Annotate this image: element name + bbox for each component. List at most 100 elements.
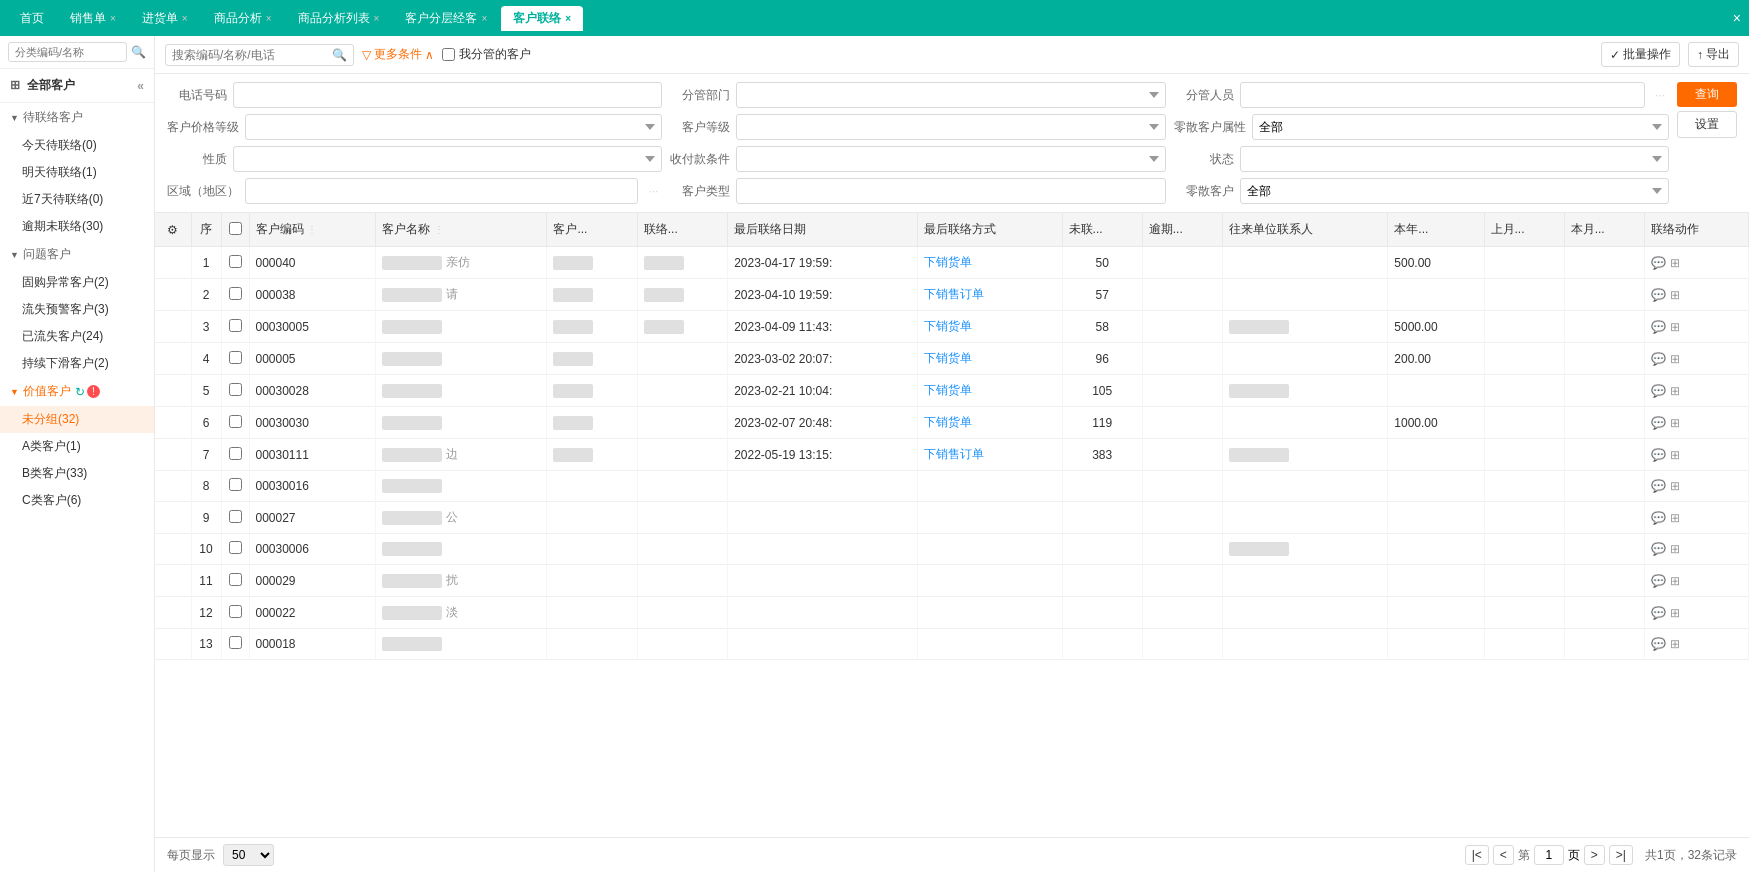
row-checkbox[interactable] [221,534,249,565]
sidebar-search-icon[interactable]: 🔍 [131,45,146,59]
more-conditions-btn[interactable]: ▽ 更多条件 ∧ [362,46,434,63]
tab-product-list[interactable]: 商品分析列表 × [286,6,392,31]
query-button[interactable]: 查询 [1677,82,1737,107]
grid-action-icon[interactable]: ⊞ [1670,511,1680,525]
col-name[interactable]: 客户名称 ⋮ [376,213,547,247]
page-size-select[interactable]: 50 100 [223,844,274,866]
region-input[interactable] [245,178,638,204]
grid-action-icon[interactable]: ⊞ [1670,542,1680,556]
sidebar-section-problem[interactable]: ▼ 问题客户 [0,240,154,269]
tab-sales-close[interactable]: × [110,13,116,24]
reset-button[interactable]: 设置 [1677,111,1737,138]
col-category[interactable]: 客户... [547,213,637,247]
retail-attr-select[interactable]: 全部 [1252,114,1669,140]
last-type-link[interactable]: 下销货单 [924,351,972,365]
sidebar-item-tomorrow[interactable]: 明天待联络(1) [0,159,154,186]
status-select[interactable] [1240,146,1669,172]
sidebar-section-value[interactable]: ▼ 价值客户 ↻ ! [0,377,154,406]
col-partner[interactable]: 往来单位联系人 [1222,213,1387,247]
col-code[interactable]: 客户编码 ⋮ [249,213,376,247]
tab-product-analysis[interactable]: 商品分析 × [202,6,284,31]
chat-icon[interactable]: 💬 [1651,511,1666,525]
row-checkbox[interactable] [221,247,249,279]
customer-level-select[interactable] [736,114,1165,140]
tab-customer-segment-close[interactable]: × [481,13,487,24]
chat-icon[interactable]: 💬 [1651,352,1666,366]
grid-action-icon[interactable]: ⊞ [1670,352,1680,366]
tab-purchase[interactable]: 进货单 × [130,6,200,31]
toolbar-search-icon[interactable]: 🔍 [332,48,347,62]
last-type-link[interactable]: 下销货单 [924,415,972,429]
row-checkbox[interactable] [221,407,249,439]
row-checkbox[interactable] [221,343,249,375]
tab-customer-contact-close[interactable]: × [565,13,571,24]
grid-action-icon[interactable]: ⊞ [1670,637,1680,651]
row-checkbox[interactable] [221,439,249,471]
page-number-input[interactable] [1534,845,1564,865]
row-checkbox[interactable] [221,279,249,311]
chat-icon[interactable]: 💬 [1651,384,1666,398]
chat-icon[interactable]: 💬 [1651,606,1666,620]
chat-icon[interactable]: 💬 [1651,542,1666,556]
sidebar-item-descending[interactable]: 持续下滑客户(2) [0,350,154,377]
export-button[interactable]: ↑ 导出 [1688,42,1739,67]
grid-action-icon[interactable]: ⊞ [1670,288,1680,302]
sidebar-item-ungroup[interactable]: 未分组(32) [0,406,154,433]
next-page-btn[interactable]: > [1584,845,1605,865]
chat-icon[interactable]: 💬 [1651,637,1666,651]
batch-op-button[interactable]: ✓ 批量操作 [1601,42,1680,67]
grid-action-icon[interactable]: ⊞ [1670,416,1680,430]
phone-input[interactable] [233,82,662,108]
col-contact[interactable]: 联络... [637,213,727,247]
grid-action-icon[interactable]: ⊞ [1670,320,1680,334]
grid-action-icon[interactable]: ⊞ [1670,256,1680,270]
col-checkbox[interactable] [221,213,249,247]
first-page-btn[interactable]: |< [1465,845,1489,865]
col-settings[interactable]: ⚙ [155,213,191,247]
last-type-link[interactable]: 下销售订单 [924,287,984,301]
sidebar-item-lost[interactable]: 已流失客户(24) [0,323,154,350]
col-code-resize[interactable]: ⋮ [307,224,317,235]
toolbar-search-input[interactable] [172,48,332,62]
sidebar-collapse-icon[interactable]: « [137,79,144,93]
col-this-month[interactable]: 本月... [1564,213,1644,247]
sidebar-item-group-a[interactable]: A类客户(1) [0,433,154,460]
sidebar-item-near7[interactable]: 近7天待联络(0) [0,186,154,213]
dept-select[interactable] [736,82,1165,108]
row-checkbox[interactable] [221,502,249,534]
chat-icon[interactable]: 💬 [1651,416,1666,430]
person-input[interactable] [1240,82,1645,108]
row-checkbox[interactable] [221,311,249,343]
tab-purchase-close[interactable]: × [182,13,188,24]
last-type-link[interactable]: 下销货单 [924,383,972,397]
col-this-year[interactable]: 本年... [1388,213,1484,247]
sidebar-all-customers[interactable]: ⊞ 全部客户 « [0,69,154,103]
chat-icon[interactable]: 💬 [1651,574,1666,588]
row-checkbox[interactable] [221,629,249,660]
grid-action-icon[interactable]: ⊞ [1670,448,1680,462]
col-name-resize[interactable]: ⋮ [434,224,444,235]
grid-action-icon[interactable]: ⊞ [1670,574,1680,588]
nature-select[interactable] [233,146,662,172]
col-last-type[interactable]: 最后联络方式 [917,213,1062,247]
settings-icon[interactable]: ⚙ [167,223,178,237]
last-type-link[interactable]: 下销货单 [924,319,972,333]
grid-action-icon[interactable]: ⊞ [1670,384,1680,398]
reload-icon[interactable]: ↻ [75,385,85,399]
chat-icon[interactable]: 💬 [1651,448,1666,462]
sidebar-item-group-c[interactable]: C类客户(6) [0,487,154,514]
col-no-contact[interactable]: 未联... [1062,213,1142,247]
sidebar-section-pending[interactable]: ▼ 待联络客户 [0,103,154,132]
chat-icon[interactable]: 💬 [1651,256,1666,270]
my-customers-check[interactable] [442,48,455,61]
window-close-button[interactable]: × [1733,10,1741,26]
tab-home[interactable]: 首页 [8,6,56,31]
row-checkbox[interactable] [221,375,249,407]
col-last-month[interactable]: 上月... [1484,213,1564,247]
customer-type-input[interactable] [736,178,1165,204]
sidebar-item-churn-risk[interactable]: 流失预警客户(3) [0,296,154,323]
tab-customer-segment[interactable]: 客户分层经客 × [393,6,499,31]
grid-action-icon[interactable]: ⊞ [1670,479,1680,493]
my-customers-checkbox[interactable]: 我分管的客户 [442,46,531,63]
chat-icon[interactable]: 💬 [1651,288,1666,302]
